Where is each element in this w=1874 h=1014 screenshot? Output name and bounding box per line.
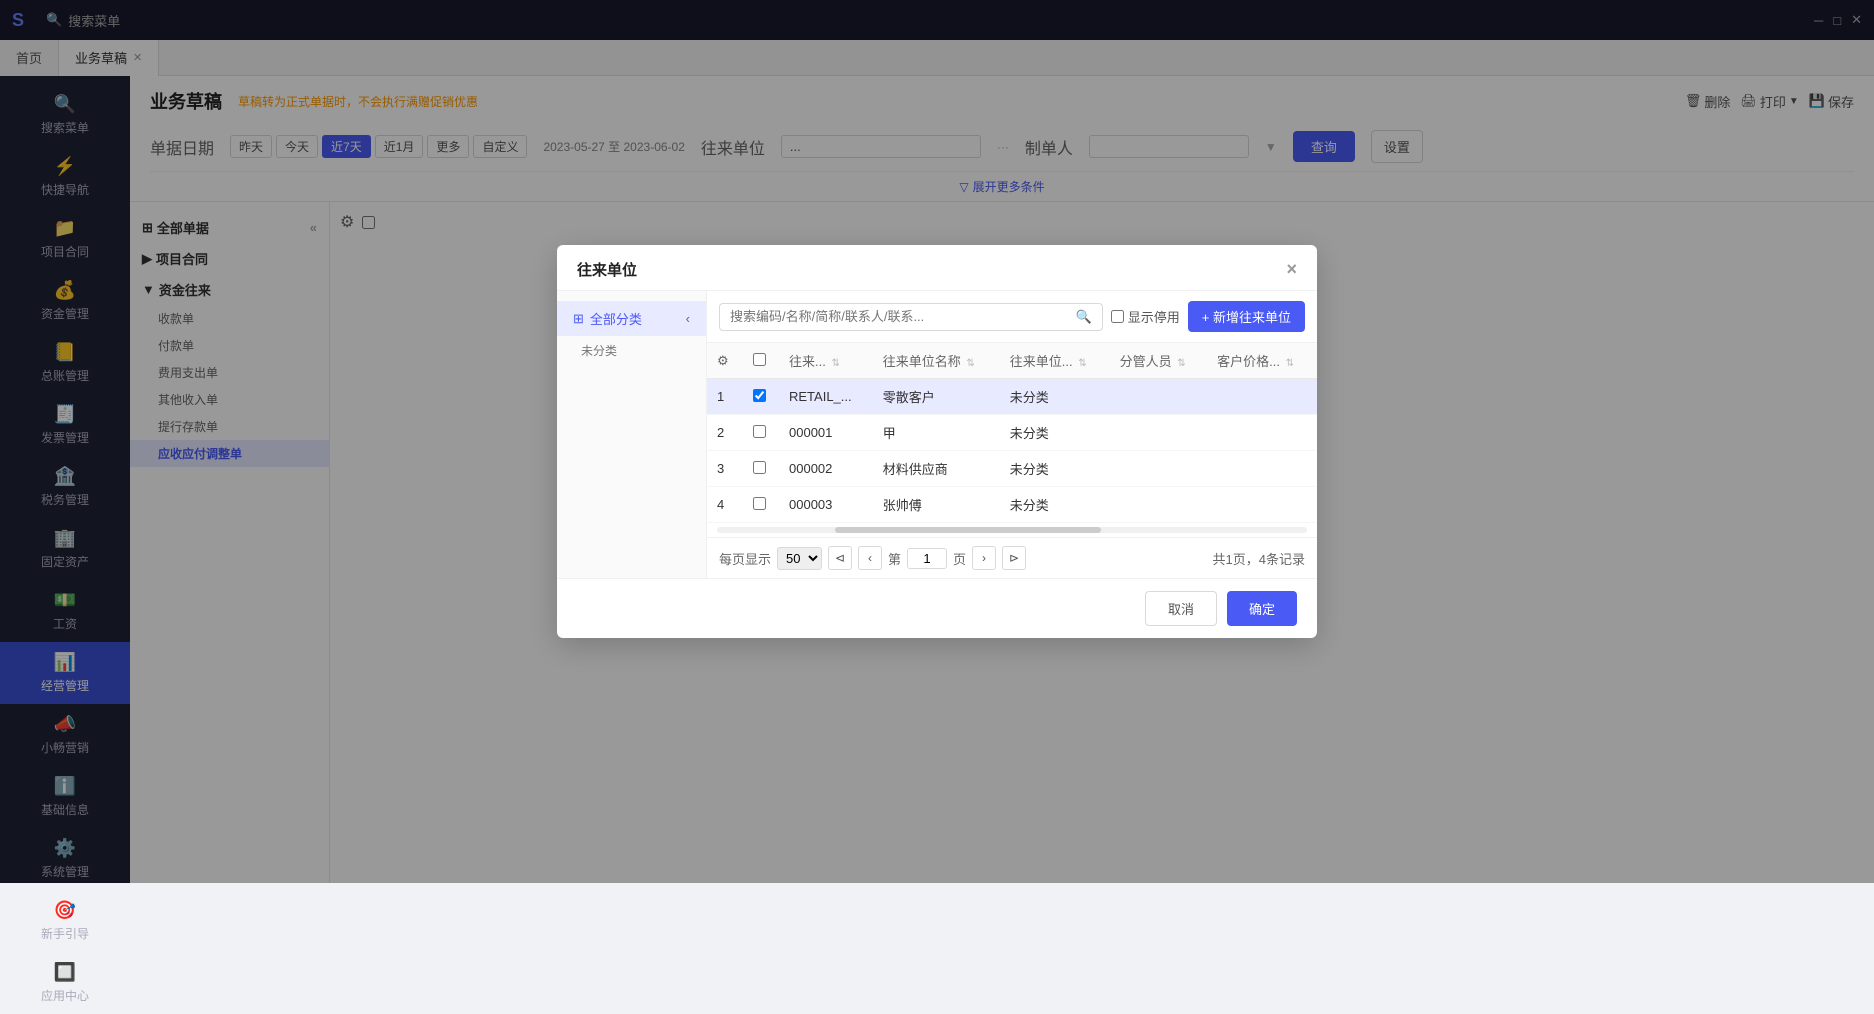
row2-checkbox[interactable]	[743, 415, 779, 451]
row2-manager	[1110, 415, 1208, 451]
row1-name: 零散客户	[873, 379, 1000, 415]
row1-category: 未分类	[1000, 379, 1110, 415]
modal-overlay: 往来单位 × ⊞ 全部分类 ‹ 未分类	[0, 0, 1874, 883]
sort-icon-code: ⇅	[831, 358, 839, 369]
row4-manager	[1110, 487, 1208, 523]
row4-category: 未分类	[1000, 487, 1110, 523]
row1-manager	[1110, 379, 1208, 415]
select-all-checkbox[interactable]	[753, 353, 766, 366]
confirm-button[interactable]: 确定	[1227, 591, 1297, 626]
row1-price	[1207, 379, 1317, 415]
partner-table: ⚙ 往来... ⇅ 往来单位名称 ⇅	[707, 343, 1317, 523]
modal-all-category[interactable]: ⊞ 全部分类 ‹	[557, 301, 706, 336]
first-page-btn[interactable]: ⊲	[828, 546, 852, 570]
row1-checkbox[interactable]	[743, 379, 779, 415]
modal-close-btn[interactable]: ×	[1286, 259, 1297, 280]
pagination: 每页显示 50 ⊲ ‹ 第 页 › ⊳	[719, 546, 1026, 570]
row3-price	[1207, 451, 1317, 487]
search-icon-modal: 🔍	[1076, 309, 1092, 325]
table-row[interactable]: 3 000002 材料供应商 未分类	[707, 451, 1317, 487]
sidebar-item-guide[interactable]: 🎯 新手引导	[0, 890, 130, 952]
row2-name: 甲	[873, 415, 1000, 451]
next-page-btn[interactable]: ›	[972, 546, 996, 570]
th-code[interactable]: 往来... ⇅	[779, 343, 873, 379]
modal-actions: 取消 确定	[557, 578, 1317, 638]
row4-num: 4	[707, 487, 743, 523]
th-price[interactable]: 客户价格... ⇅	[1207, 343, 1317, 379]
modal-partner: 往来单位 × ⊞ 全部分类 ‹ 未分类	[557, 245, 1317, 638]
th-category[interactable]: 往来单位... ⇅	[1000, 343, 1110, 379]
modal-body: ⊞ 全部分类 ‹ 未分类 🔍 显示停用	[557, 291, 1317, 578]
modal-uncategorized[interactable]: 未分类	[557, 336, 706, 365]
scrollbar-thumb	[835, 527, 1101, 533]
th-checkbox[interactable]	[743, 343, 779, 379]
modal-search-box: 🔍	[719, 303, 1103, 331]
row4-code: 000003	[779, 487, 873, 523]
page-input[interactable]	[907, 548, 947, 569]
modal-search-input[interactable]	[730, 309, 1070, 324]
table-row[interactable]: 4 000003 张帅傅 未分类	[707, 487, 1317, 523]
prev-page-btn[interactable]: ‹	[858, 546, 882, 570]
th-name[interactable]: 往来单位名称 ⇅	[873, 343, 1000, 379]
row3-manager	[1110, 451, 1208, 487]
sidebar-label-apps: 应用中心	[41, 987, 89, 1004]
sort-icon-category: ⇅	[1078, 358, 1086, 369]
cancel-button[interactable]: 取消	[1145, 591, 1217, 626]
sidebar-label-guide: 新手引导	[41, 925, 89, 942]
table-row[interactable]: 2 000001 甲 未分类	[707, 415, 1317, 451]
sidebar-item-apps[interactable]: 🔲 应用中心	[0, 952, 130, 1014]
modal-title: 往来单位	[577, 259, 637, 280]
show-disabled-text: 显示停用	[1128, 307, 1180, 326]
total-records: 共1页，4条记录	[1213, 549, 1305, 568]
show-disabled-checkbox[interactable]	[1111, 310, 1124, 323]
modal-left-panel: ⊞ 全部分类 ‹ 未分类	[557, 291, 707, 578]
modal-toolbar: 🔍 显示停用 + 新增往来单位	[707, 291, 1317, 343]
per-page-select[interactable]: 50	[777, 547, 822, 570]
row3-num: 3	[707, 451, 743, 487]
page-label: 第	[888, 549, 901, 568]
add-partner-btn[interactable]: + 新增往来单位	[1188, 301, 1305, 332]
table-header: ⚙ 往来... ⇅ 往来单位名称 ⇅	[707, 343, 1317, 379]
table-row[interactable]: 1 RETAIL_... 零散客户 未分类	[707, 379, 1317, 415]
row2-code: 000001	[779, 415, 873, 451]
per-page-label: 每页显示	[719, 549, 771, 568]
partner-table-body: 1 RETAIL_... 零散客户 未分类 2	[707, 379, 1317, 523]
modal-all-category-label: 全部分类	[590, 309, 642, 328]
row2-num: 2	[707, 415, 743, 451]
modal-footer-bar: 每页显示 50 ⊲ ‹ 第 页 › ⊳ 共1页，4条记录	[707, 537, 1317, 578]
row2-category: 未分类	[1000, 415, 1110, 451]
row3-code: 000002	[779, 451, 873, 487]
th-manager[interactable]: 分管人员 ⇅	[1110, 343, 1208, 379]
row4-checkbox[interactable]	[743, 487, 779, 523]
row2-price	[1207, 415, 1317, 451]
sort-icon-name: ⇅	[966, 358, 974, 369]
sort-icon-manager: ⇅	[1177, 358, 1185, 369]
row4-name: 张帅傅	[873, 487, 1000, 523]
horizontal-scrollbar[interactable]	[717, 527, 1307, 533]
page-suffix: 页	[953, 549, 966, 568]
sort-icon-price: ⇅	[1286, 358, 1294, 369]
modal-uncategorized-label: 未分类	[581, 344, 617, 358]
modal-collapse-icon[interactable]: ‹	[686, 311, 690, 326]
modal-right-panel: 🔍 显示停用 + 新增往来单位 ⚙	[707, 291, 1317, 578]
show-disabled-label[interactable]: 显示停用	[1111, 307, 1180, 326]
row1-code: RETAIL_...	[779, 379, 873, 415]
row4-price	[1207, 487, 1317, 523]
last-page-btn[interactable]: ⊳	[1002, 546, 1026, 570]
row3-name: 材料供应商	[873, 451, 1000, 487]
apps-icon: 🔲	[54, 962, 76, 983]
modal-header: 往来单位 ×	[557, 245, 1317, 291]
row3-category: 未分类	[1000, 451, 1110, 487]
guide-icon: 🎯	[54, 900, 76, 921]
row3-checkbox[interactable]	[743, 451, 779, 487]
th-settings[interactable]: ⚙	[707, 343, 743, 379]
modal-table: ⚙ 往来... ⇅ 往来单位名称 ⇅	[707, 343, 1317, 523]
grid-icon-modal: ⊞	[573, 311, 584, 327]
row1-num: 1	[707, 379, 743, 415]
